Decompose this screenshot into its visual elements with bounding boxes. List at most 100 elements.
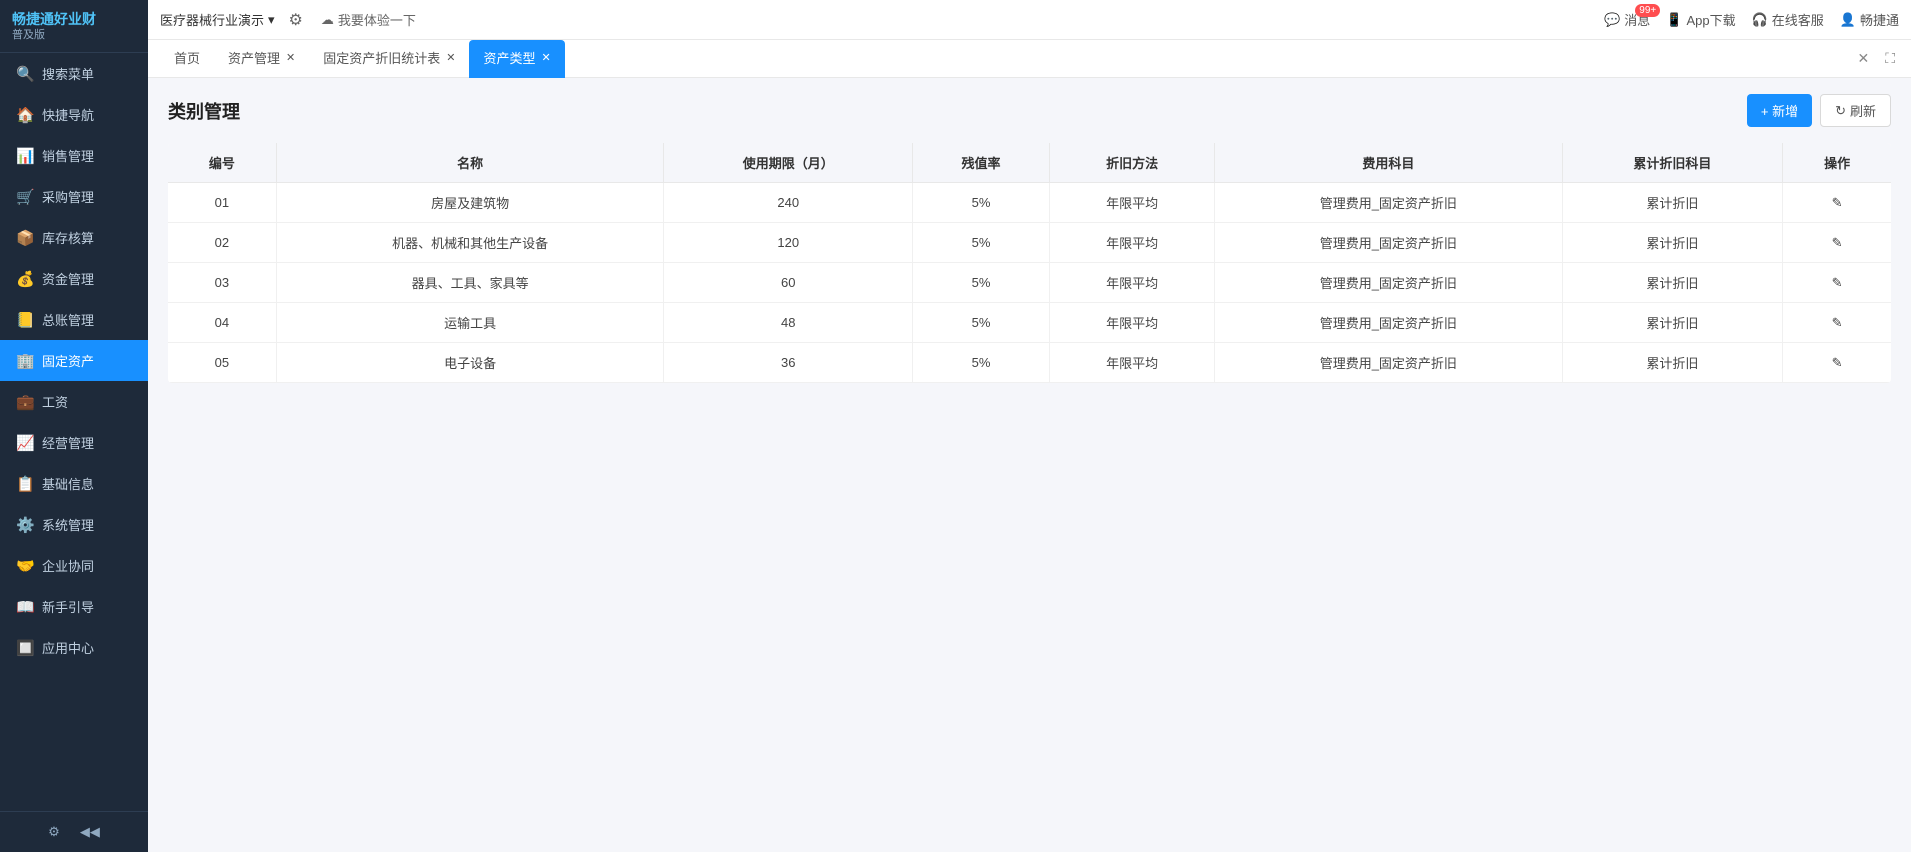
tab-label: 固定资产折旧统计表 — [323, 48, 440, 67]
sidebar-item-label: 搜索菜单 — [42, 64, 94, 83]
table-cell: 累计折旧 — [1562, 223, 1783, 263]
sidebar: 畅捷通好业财 普及版 🔍 搜索菜单🏠 快捷导航📊 销售管理🛒 采购管理📦 库存核… — [0, 0, 148, 852]
table-column-header: 折旧方法 — [1050, 143, 1215, 183]
inventory-icon: 📦 — [16, 229, 34, 247]
search-icon: 🔍 — [16, 65, 34, 83]
basic-info-icon: 📋 — [16, 475, 34, 493]
table-cell[interactable]: ✎ — [1783, 303, 1891, 343]
salary-icon: 💼 — [16, 393, 34, 411]
maximize-icon[interactable]: ⛶ — [1881, 48, 1899, 69]
table-body: 01房屋及建筑物2405%年限平均管理费用_固定资产折旧累计折旧✎02机器、机械… — [168, 183, 1891, 383]
sidebar-item-operations[interactable]: 📈 经营管理 — [0, 422, 148, 463]
user-button[interactable]: 👤 畅捷通 — [1840, 10, 1899, 29]
table-cell: 管理费用_固定资产折旧 — [1215, 263, 1563, 303]
sidebar-item-fixed-assets[interactable]: 🏢 固定资产 — [0, 340, 148, 381]
sidebar-item-enterprise[interactable]: 🤝 企业协同 — [0, 545, 148, 586]
cloud-icon: ☁ — [321, 12, 334, 28]
sales-icon: 📊 — [16, 147, 34, 165]
tab-label: 资产类型 — [483, 48, 535, 67]
sidebar-item-purchase[interactable]: 🛒 采购管理 — [0, 176, 148, 217]
app-download-label: App下载 — [1686, 10, 1735, 29]
table-cell[interactable]: ✎ — [1783, 263, 1891, 303]
table-column-header: 名称 — [276, 143, 664, 183]
tab-close-icon[interactable]: ✕ — [542, 51, 551, 64]
quick-nav-icon: 🏠 — [16, 106, 34, 124]
tab-fixed-asset-table[interactable]: 固定资产折旧统计表 ✕ — [309, 40, 469, 78]
message-badge: 99+ — [1635, 4, 1660, 17]
refresh-icon: ↻ — [1835, 103, 1846, 119]
table-cell[interactable]: ✎ — [1783, 223, 1891, 263]
table-cell: 年限平均 — [1050, 263, 1215, 303]
sidebar-item-ledger[interactable]: 📒 总账管理 — [0, 299, 148, 340]
sidebar-item-label: 工资 — [42, 392, 68, 411]
close-window-icon[interactable]: ✕ — [1853, 48, 1873, 69]
sidebar-item-salary[interactable]: 💼 工资 — [0, 381, 148, 422]
table-cell: 03 — [168, 263, 276, 303]
table-row: 01房屋及建筑物2405%年限平均管理费用_固定资产折旧累计折旧✎ — [168, 183, 1891, 223]
page-header: 类别管理 + 新增 ↻ 刷新 — [168, 94, 1891, 127]
online-service-button[interactable]: 🎧 在线客服 — [1752, 10, 1824, 29]
table-head: 编号名称使用期限（月）残值率折旧方法费用科目累计折旧科目操作 — [168, 143, 1891, 183]
sidebar-item-system[interactable]: ⚙️ 系统管理 — [0, 504, 148, 545]
tab-asset-manage[interactable]: 资产管理 ✕ — [214, 40, 309, 78]
table-header-row: 编号名称使用期限（月）残值率折旧方法费用科目累计折旧科目操作 — [168, 143, 1891, 183]
table-cell[interactable]: ✎ — [1783, 343, 1891, 383]
table-cell[interactable]: ✎ — [1783, 183, 1891, 223]
app-download-button[interactable]: 📱 App下载 — [1666, 10, 1735, 29]
table-cell: 01 — [168, 183, 276, 223]
table-column-header: 费用科目 — [1215, 143, 1563, 183]
system-icon: ⚙️ — [16, 516, 34, 534]
tab-asset-type[interactable]: 资产类型 ✕ — [469, 40, 564, 78]
table-column-header: 累计折旧科目 — [1562, 143, 1783, 183]
message-button[interactable]: 💬 消息 99+ — [1604, 10, 1650, 29]
table-row: 03器具、工具、家具等605%年限平均管理费用_固定资产折旧累计折旧✎ — [168, 263, 1891, 303]
refresh-button[interactable]: ↻ 刷新 — [1820, 94, 1891, 127]
sidebar-scroll: 🔍 搜索菜单🏠 快捷导航📊 销售管理🛒 采购管理📦 库存核算💰 资金管理📒 总账… — [0, 53, 148, 811]
tab-label: 首页 — [174, 48, 200, 67]
tab-label: 资产管理 — [228, 48, 280, 67]
sidebar-item-label: 快捷导航 — [42, 105, 94, 124]
sidebar-item-inventory[interactable]: 📦 库存核算 — [0, 217, 148, 258]
table-cell: 04 — [168, 303, 276, 343]
collapse-icon[interactable]: ◀◀ — [72, 820, 108, 844]
refresh-label: 刷新 — [1850, 101, 1876, 120]
sidebar-item-search[interactable]: 🔍 搜索菜单 — [0, 53, 148, 94]
experience-button[interactable]: ☁ 我要体验一下 — [321, 10, 416, 29]
table-cell: 累计折旧 — [1562, 263, 1783, 303]
settings-icon[interactable]: ⚙ — [40, 820, 68, 844]
tab-close-icon[interactable]: ✕ — [446, 51, 455, 64]
user-avatar-icon: 👤 — [1840, 12, 1856, 28]
table-cell: 5% — [912, 303, 1049, 343]
sidebar-item-label: 库存核算 — [42, 228, 94, 247]
add-button[interactable]: + 新增 — [1747, 94, 1812, 127]
table-cell: 器具、工具、家具等 — [276, 263, 664, 303]
table-column-header: 残值率 — [912, 143, 1049, 183]
company-selector[interactable]: 医疗器械行业演示 ▾ — [160, 10, 275, 29]
tab-close-icon[interactable]: ✕ — [286, 51, 295, 64]
sidebar-item-app-center[interactable]: 🔲 应用中心 — [0, 627, 148, 668]
sidebar-item-label: 采购管理 — [42, 187, 94, 206]
table-cell: 5% — [912, 183, 1049, 223]
sidebar-item-funds[interactable]: 💰 资金管理 — [0, 258, 148, 299]
tabs-bar: 首页 资产管理 ✕ 固定资产折旧统计表 ✕ 资产类型 ✕ ✕ ⛶ — [148, 40, 1911, 78]
user-name: 畅捷通 — [1860, 10, 1899, 29]
table-row: 05电子设备365%年限平均管理费用_固定资产折旧累计折旧✎ — [168, 343, 1891, 383]
topbar-settings-icon[interactable]: ⚙ — [283, 8, 309, 32]
sidebar-item-basic-info[interactable]: 📋 基础信息 — [0, 463, 148, 504]
sidebar-logo: 畅捷通好业财 普及版 — [0, 0, 148, 53]
sidebar-item-sales[interactable]: 📊 销售管理 — [0, 135, 148, 176]
ledger-icon: 📒 — [16, 311, 34, 329]
table-cell: 年限平均 — [1050, 183, 1215, 223]
table-cell: 管理费用_固定资产折旧 — [1215, 223, 1563, 263]
window-controls: ✕ ⛶ — [1853, 48, 1899, 69]
enterprise-icon: 🤝 — [16, 557, 34, 575]
table-cell: 5% — [912, 223, 1049, 263]
table-cell: 5% — [912, 343, 1049, 383]
table-column-header: 编号 — [168, 143, 276, 183]
tab-home[interactable]: 首页 — [160, 40, 214, 78]
experience-label: 我要体验一下 — [338, 10, 416, 29]
sidebar-item-guide[interactable]: 📖 新手引导 — [0, 586, 148, 627]
table-row: 02机器、机械和其他生产设备1205%年限平均管理费用_固定资产折旧累计折旧✎ — [168, 223, 1891, 263]
sidebar-item-quick-nav[interactable]: 🏠 快捷导航 — [0, 94, 148, 135]
guide-icon: 📖 — [16, 598, 34, 616]
